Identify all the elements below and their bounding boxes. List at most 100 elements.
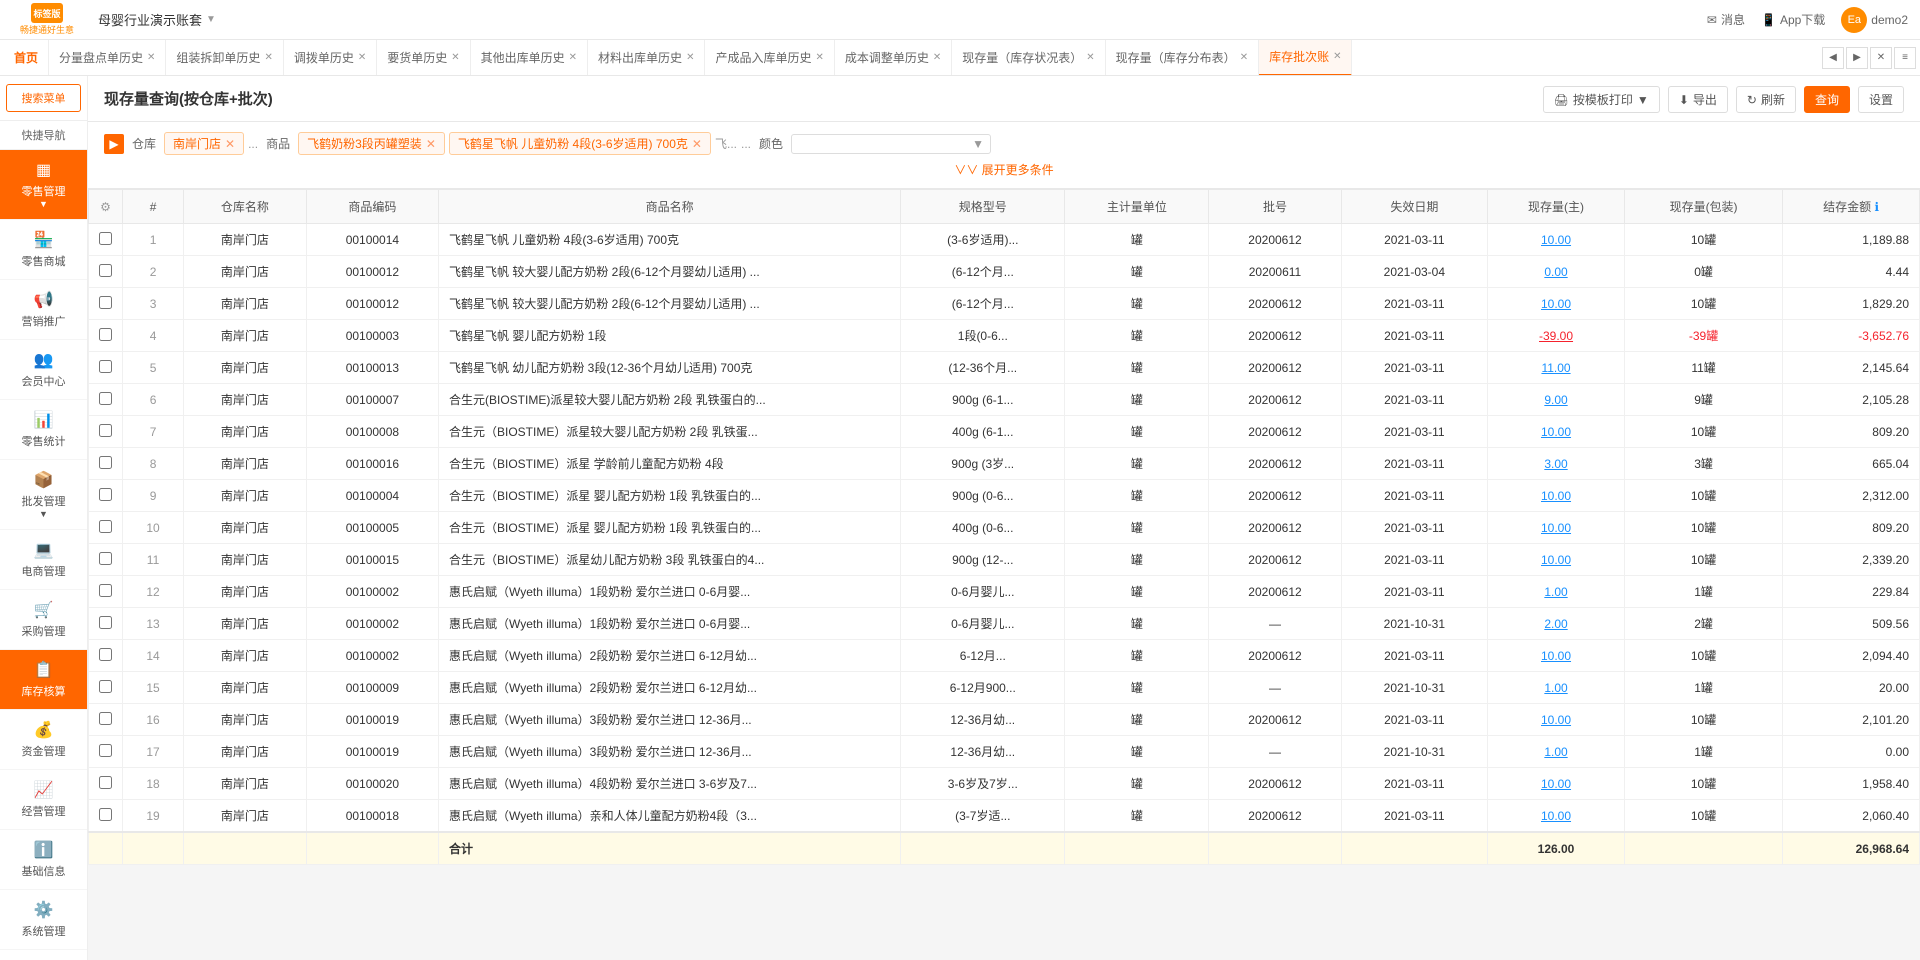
sidebar-item-basic[interactable]: ℹ️ 基础信息 [0,830,87,890]
sidebar-item-finance[interactable]: 💰 资金管理 [0,710,87,770]
row-qty-main[interactable]: 10.00 [1488,224,1625,256]
product-tag-1[interactable]: 飞鹤奶粉3段丙罐塑装 ✕ [298,132,445,155]
user-area[interactable]: Ea demo2 [1841,7,1908,33]
sidebar-item-enterprise[interactable]: 🤝 企业协同 [0,950,87,960]
tab-fenbpan[interactable]: 分量盘点单历史 ✕ [49,40,166,76]
quick-nav-btn[interactable]: 快捷导航 [0,121,87,150]
row-qty-main[interactable]: 1.00 [1488,672,1625,704]
row-checkbox[interactable] [89,416,123,448]
sidebar-item-ecommerce[interactable]: 💻 电商管理 [0,530,87,590]
row-qty-main[interactable]: 10.00 [1488,704,1625,736]
row-qty-main[interactable]: 10.00 [1488,544,1625,576]
row-checkbox[interactable] [89,256,123,288]
row-checkbox[interactable] [89,576,123,608]
query-btn[interactable]: 查询 [1804,86,1850,113]
row-checkbox[interactable] [89,608,123,640]
message-btn[interactable]: ✉ 消息 [1707,11,1745,28]
row-qty-main[interactable]: 10.00 [1488,800,1625,833]
warehouse-tag-nananmen[interactable]: 南岸门店 ✕ [164,132,244,155]
row-qty-main[interactable]: 0.00 [1488,256,1625,288]
close-icon[interactable]: ✕ [933,52,941,63]
close-icon[interactable]: ✕ [358,52,366,63]
col-settings-header[interactable]: ⚙ [89,190,123,224]
tab-qtchuku[interactable]: 其他出库单历史 ✕ [471,40,588,76]
row-qty-main[interactable]: 11.00 [1488,352,1625,384]
row-checkbox[interactable] [89,320,123,352]
tab-yaohuo[interactable]: 要货单历史 ✕ [377,40,470,76]
sidebar-item-member[interactable]: 👥 会员中心 [0,340,87,400]
sidebar-item-wholesale[interactable]: 📦 批发管理 ▼ [0,460,87,530]
sidebar-item-retail-stats[interactable]: 📊 零售统计 [0,400,87,460]
sidebar-item-retail-mgmt[interactable]: ▦ 零售管理 ▼ [0,150,87,220]
tab-home[interactable]: 首页 [4,40,49,76]
sidebar-item-operation[interactable]: 📈 经营管理 [0,770,87,830]
row-qty-main[interactable]: 2.00 [1488,608,1625,640]
row-checkbox[interactable] [89,288,123,320]
row-checkbox[interactable] [89,768,123,800]
close-icon[interactable]: ✕ [147,52,155,63]
row-checkbox[interactable] [89,672,123,704]
sidebar-item-retail-mall[interactable]: 🏪 零售商城 [0,220,87,280]
row-checkbox[interactable] [89,736,123,768]
close-icon[interactable]: ✕ [1333,51,1341,62]
row-qty-main[interactable]: 10.00 [1488,768,1625,800]
close-icon[interactable]: ✕ [225,137,235,151]
close-icon[interactable]: ✕ [426,137,436,151]
product-tag-2[interactable]: 飞鹤星飞帆 儿童奶粉 4段(3-6岁适用) 700克 ✕ [449,132,711,155]
close-icon[interactable]: ✕ [451,52,459,63]
row-checkbox[interactable] [89,544,123,576]
row-qty-main[interactable]: 1.00 [1488,576,1625,608]
tab-xianzfb[interactable]: 现存量（库存分布表） ✕ [1106,40,1259,76]
app-download-btn[interactable]: 📱 App下载 [1761,11,1825,28]
close-icon[interactable]: ✕ [569,52,577,63]
settings-icon[interactable]: ⚙ [100,200,111,214]
row-checkbox[interactable] [89,512,123,544]
row-qty-main[interactable]: 3.00 [1488,448,1625,480]
tab-chengbentiao[interactable]: 成本调整单历史 ✕ [835,40,952,76]
expand-more-btn[interactable]: ∨∨ 展开更多条件 [954,163,1053,177]
row-checkbox[interactable] [89,800,123,833]
tab-chanpinruku[interactable]: 产成品入库单历史 ✕ [705,40,834,76]
row-qty-main[interactable]: 1.00 [1488,736,1625,768]
row-qty-main[interactable]: 10.00 [1488,416,1625,448]
close-icon[interactable]: ✕ [1240,52,1248,63]
row-checkbox[interactable] [89,704,123,736]
row-checkbox[interactable] [89,352,123,384]
refresh-btn[interactable]: ↻ 刷新 [1736,86,1796,113]
company-selector[interactable]: 母婴行业演示账套 ▼ [98,10,1691,29]
tab-xianzl[interactable]: 现存量（库存状况表） ✕ [952,40,1105,76]
export-btn[interactable]: ⬇ 导出 [1668,86,1728,113]
sidebar-item-system[interactable]: ⚙️ 系统管理 [0,890,87,950]
expand-filters-btn[interactable]: ▶ [104,134,124,154]
sidebar-item-marketing[interactable]: 📢 营销推广 [0,280,87,340]
tab-cailiaochuku[interactable]: 材料出库单历史 ✕ [588,40,705,76]
close-icon[interactable]: ✕ [1086,52,1094,63]
close-icon[interactable]: ✕ [692,137,702,151]
tab-close-btn[interactable]: ✕ [1870,47,1892,69]
row-qty-main[interactable]: 10.00 [1488,512,1625,544]
tab-menu-btn[interactable]: ≡ [1894,47,1916,69]
row-qty-main[interactable]: 9.00 [1488,384,1625,416]
settings-btn[interactable]: 设置 [1858,86,1904,113]
close-icon[interactable]: ✕ [264,52,272,63]
search-menu-btn[interactable]: 搜索菜单 [6,84,81,112]
tab-kucunpici[interactable]: 库存批次账 ✕ [1259,40,1352,76]
row-qty-main[interactable]: 10.00 [1488,640,1625,672]
tab-prev-btn[interactable]: ◀ [1822,47,1844,69]
print-btn[interactable]: 🖨 按模板打印 ▼ [1543,86,1660,113]
close-icon[interactable]: ✕ [686,52,694,63]
row-checkbox[interactable] [89,448,123,480]
row-checkbox[interactable] [89,384,123,416]
row-qty-main[interactable]: -39.00 [1488,320,1625,352]
close-icon[interactable]: ✕ [815,52,823,63]
row-checkbox[interactable] [89,224,123,256]
row-checkbox[interactable] [89,640,123,672]
row-qty-main[interactable]: 10.00 [1488,288,1625,320]
row-qty-main[interactable]: 10.00 [1488,480,1625,512]
sidebar-item-inventory[interactable]: 📋 库存核算 [0,650,87,710]
sidebar-item-purchase[interactable]: 🛒 采购管理 [0,590,87,650]
tab-next-btn[interactable]: ▶ [1846,47,1868,69]
tab-zuhechai[interactable]: 组装拆卸单历史 ✕ [166,40,283,76]
tab-tiaobodан[interactable]: 调拨单历史 ✕ [284,40,377,76]
row-checkbox[interactable] [89,480,123,512]
